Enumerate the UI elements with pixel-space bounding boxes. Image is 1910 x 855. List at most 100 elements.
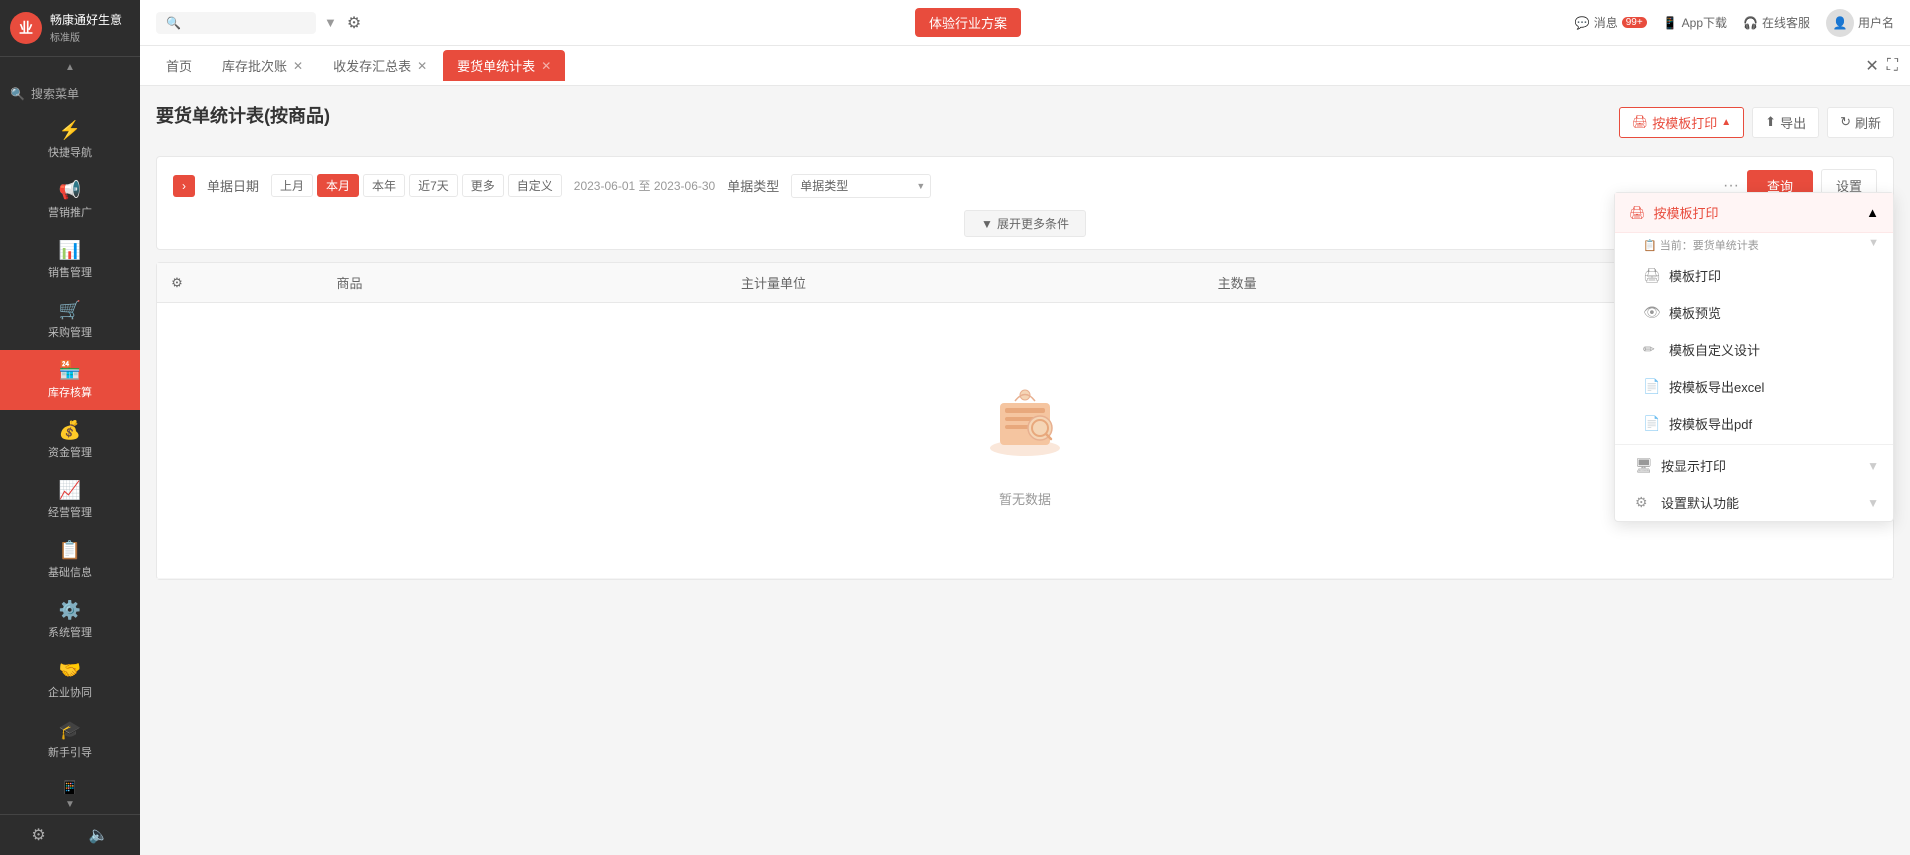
page-title: 要货单统计表(按商品) [156, 102, 330, 128]
sidebar-item-enterprise[interactable]: 🤝 企业协同 [0, 650, 140, 710]
topbar-settings-icon[interactable]: ⚙ [347, 13, 361, 33]
print-dropdown-menu: 🖨 按模板打印 ▲ 📋 当前：要货单统计表 ▼ 🖨 模板打印 👁 模板预览 ✏ … [1614, 192, 1894, 522]
user-avatar[interactable]: 👤 用户名 [1826, 9, 1894, 37]
topbar-search[interactable]: 🔍 [156, 12, 316, 34]
sidebar-item-operation[interactable]: 📈 经营管理 [0, 470, 140, 530]
dropdown-item-set-default[interactable]: ⚙ 设置默认功能 ▼ [1615, 484, 1893, 521]
refresh-btn-label: 刷新 [1855, 113, 1881, 132]
dropdown-item-template-custom[interactable]: ✏ 模板自定义设计 [1615, 331, 1893, 368]
export-icon: ⬆ [1765, 114, 1776, 130]
display-print-icon: 🖥 [1635, 457, 1651, 474]
sidebar-item-label: 企业协同 [48, 684, 92, 700]
app-download-btn[interactable]: 📱 App下载 [1663, 14, 1727, 31]
sidebar-scroll-up[interactable]: ▲ [0, 57, 140, 77]
print-btn[interactable]: 🖨 按模板打印 ▲ [1619, 107, 1744, 138]
dropdown-item-template-pdf[interactable]: 📄 按模板导出pdf [1615, 405, 1893, 442]
table-col-product: 商品 [197, 263, 502, 303]
messages-icon: 💬 [1575, 16, 1590, 30]
tab-inventory-batch-label: 库存批次账 [222, 56, 287, 75]
order-type-select-wrap: 单据类型 [791, 174, 931, 198]
industry-btn[interactable]: 体验行业方案 [915, 8, 1021, 37]
dropdown-header[interactable]: 🖨 按模板打印 ▲ [1615, 193, 1893, 233]
sidebar-search[interactable]: 🔍 搜索菜单 [0, 77, 140, 110]
table-col-quantity: 主数量 [1045, 263, 1429, 303]
export-btn[interactable]: ⬆ 导出 [1752, 107, 1819, 138]
order-type-select[interactable]: 单据类型 [791, 174, 931, 198]
search-icon: 🔍 [10, 87, 25, 101]
set-default-icon: ⚙ [1635, 494, 1651, 511]
footer-sound-btn[interactable]: 🔈 [89, 825, 109, 845]
dropdown-collapse-icon: ▲ [1866, 205, 1879, 220]
tab-home[interactable]: 首页 [152, 50, 206, 81]
tab-close-all-btn[interactable]: ✕ [1865, 56, 1878, 76]
print-icon: 🖨 [1632, 114, 1649, 130]
sidebar-item-system[interactable]: ⚙️ 系统管理 [0, 590, 140, 650]
date-btn-this-month[interactable]: 本月 [317, 174, 359, 197]
sidebar-item-inventory[interactable]: 🏪 库存核算 [0, 350, 140, 410]
topbar: 🔍 ▼ ⚙ 体验行业方案 💬 消息 99+ 📱 App下载 🎧 在线客服 👤 [140, 0, 1910, 46]
sidebar-footer: ⚙ 🔈 [0, 814, 140, 855]
sidebar-item-finance[interactable]: 💰 资金管理 [0, 410, 140, 470]
sidebar-item-label: 系统管理 [48, 624, 92, 640]
enterprise-icon: 🤝 [59, 660, 81, 681]
sidebar-nav: ⚡ 快捷导航 📢 营销推广 📊 销售管理 🛒 采购管理 🏪 库存核算 💰 资金管… [0, 110, 140, 794]
sidebar-item-marketing[interactable]: 📢 营销推广 [0, 170, 140, 230]
app-version: 标准版 [50, 29, 122, 44]
dropdown-item-template-preview[interactable]: 👁 模板预览 [1615, 294, 1893, 331]
purchase-icon: 🛒 [59, 300, 81, 321]
filter-expand-arrow[interactable]: › [173, 175, 195, 197]
tab-receipt-summary-label: 收发存汇总表 [333, 56, 411, 75]
tab-order-stats-close[interactable]: ✕ [541, 59, 551, 73]
dropdown-item-template-excel[interactable]: 📄 按模板导出excel [1615, 368, 1893, 405]
sidebar-item-basic[interactable]: 📋 基础信息 [0, 530, 140, 590]
col-settings-icon[interactable]: ⚙ [171, 275, 183, 290]
refresh-icon: ↻ [1840, 114, 1851, 130]
order-type-label: 单据类型 [727, 176, 779, 195]
sidebar-item-label: 新手引导 [48, 744, 92, 760]
tab-receipt-summary-close[interactable]: ✕ [417, 59, 427, 73]
app-name-block: 畅康通好生意 标准版 [50, 12, 122, 44]
sidebar-item-label: 经营管理 [48, 504, 92, 520]
sidebar-item-quick-nav[interactable]: ⚡ 快捷导航 [0, 110, 140, 170]
basic-icon: 📋 [59, 540, 81, 561]
system-icon: ⚙️ [59, 600, 81, 621]
date-btn-more[interactable]: 更多 [462, 174, 504, 197]
date-btn-custom[interactable]: 自定义 [508, 174, 562, 197]
sidebar-logo: 业 畅康通好生意 标准版 [0, 0, 140, 57]
dropdown-current-text: 当前：要货单统计表 [1660, 240, 1759, 252]
dropdown-title: 按模板打印 [1654, 203, 1719, 222]
sidebar-item-sales[interactable]: 📊 销售管理 [0, 230, 140, 290]
messages-btn[interactable]: 💬 消息 99+ [1575, 14, 1647, 31]
tab-order-stats[interactable]: 要货单统计表 ✕ [443, 50, 565, 81]
empty-text: 暂无数据 [999, 489, 1051, 508]
date-btn-this-year[interactable]: 本年 [363, 174, 405, 197]
tab-inventory-batch-close[interactable]: ✕ [293, 59, 303, 73]
tab-receipt-summary[interactable]: 收发存汇总表 ✕ [319, 50, 441, 81]
quick-nav-icon: ⚡ [59, 120, 81, 141]
topbar-dropdown-icon[interactable]: ▼ [324, 15, 337, 30]
export-btn-label: 导出 [1780, 113, 1806, 132]
tab-inventory-batch[interactable]: 库存批次账 ✕ [208, 50, 317, 81]
dropdown-print-icon: 🖨 [1629, 205, 1646, 221]
expand-icon: ▼ [981, 217, 993, 231]
main-content: 🔍 ▼ ⚙ 体验行业方案 💬 消息 99+ 📱 App下载 🎧 在线客服 👤 [140, 0, 1910, 855]
dropdown-item-display-print[interactable]: 🖥 按显示打印 ▼ [1615, 447, 1893, 484]
finance-icon: 💰 [59, 420, 81, 441]
sidebar-scroll-down[interactable]: ▼ [0, 794, 140, 814]
sidebar-item-guide[interactable]: 🎓 新手引导 [0, 710, 140, 770]
sidebar-item-label: 快捷导航 [48, 144, 92, 160]
footer-settings-btn[interactable]: ⚙ [31, 825, 45, 845]
template-custom-icon: ✏ [1643, 341, 1659, 358]
sidebar-item-purchase[interactable]: 🛒 采购管理 [0, 290, 140, 350]
date-btn-7days[interactable]: 近7天 [409, 174, 458, 197]
app-download-label: App下载 [1682, 14, 1727, 31]
refresh-btn[interactable]: ↻ 刷新 [1827, 107, 1894, 138]
online-service-btn[interactable]: 🎧 在线客服 [1743, 14, 1810, 31]
date-btn-last-month[interactable]: 上月 [271, 174, 313, 197]
template-print-icon: 🖨 [1643, 267, 1659, 284]
dropdown-item-template-print[interactable]: 🖨 模板打印 [1615, 257, 1893, 294]
template-excel-label: 按模板导出excel [1669, 377, 1764, 396]
sidebar-item-appstore[interactable]: 📱 应用中心 [0, 770, 140, 794]
tab-maximize-btn[interactable]: ⛶ [1887, 56, 1898, 76]
expand-more-btn[interactable]: ▼ 展开更多条件 [964, 210, 1086, 237]
